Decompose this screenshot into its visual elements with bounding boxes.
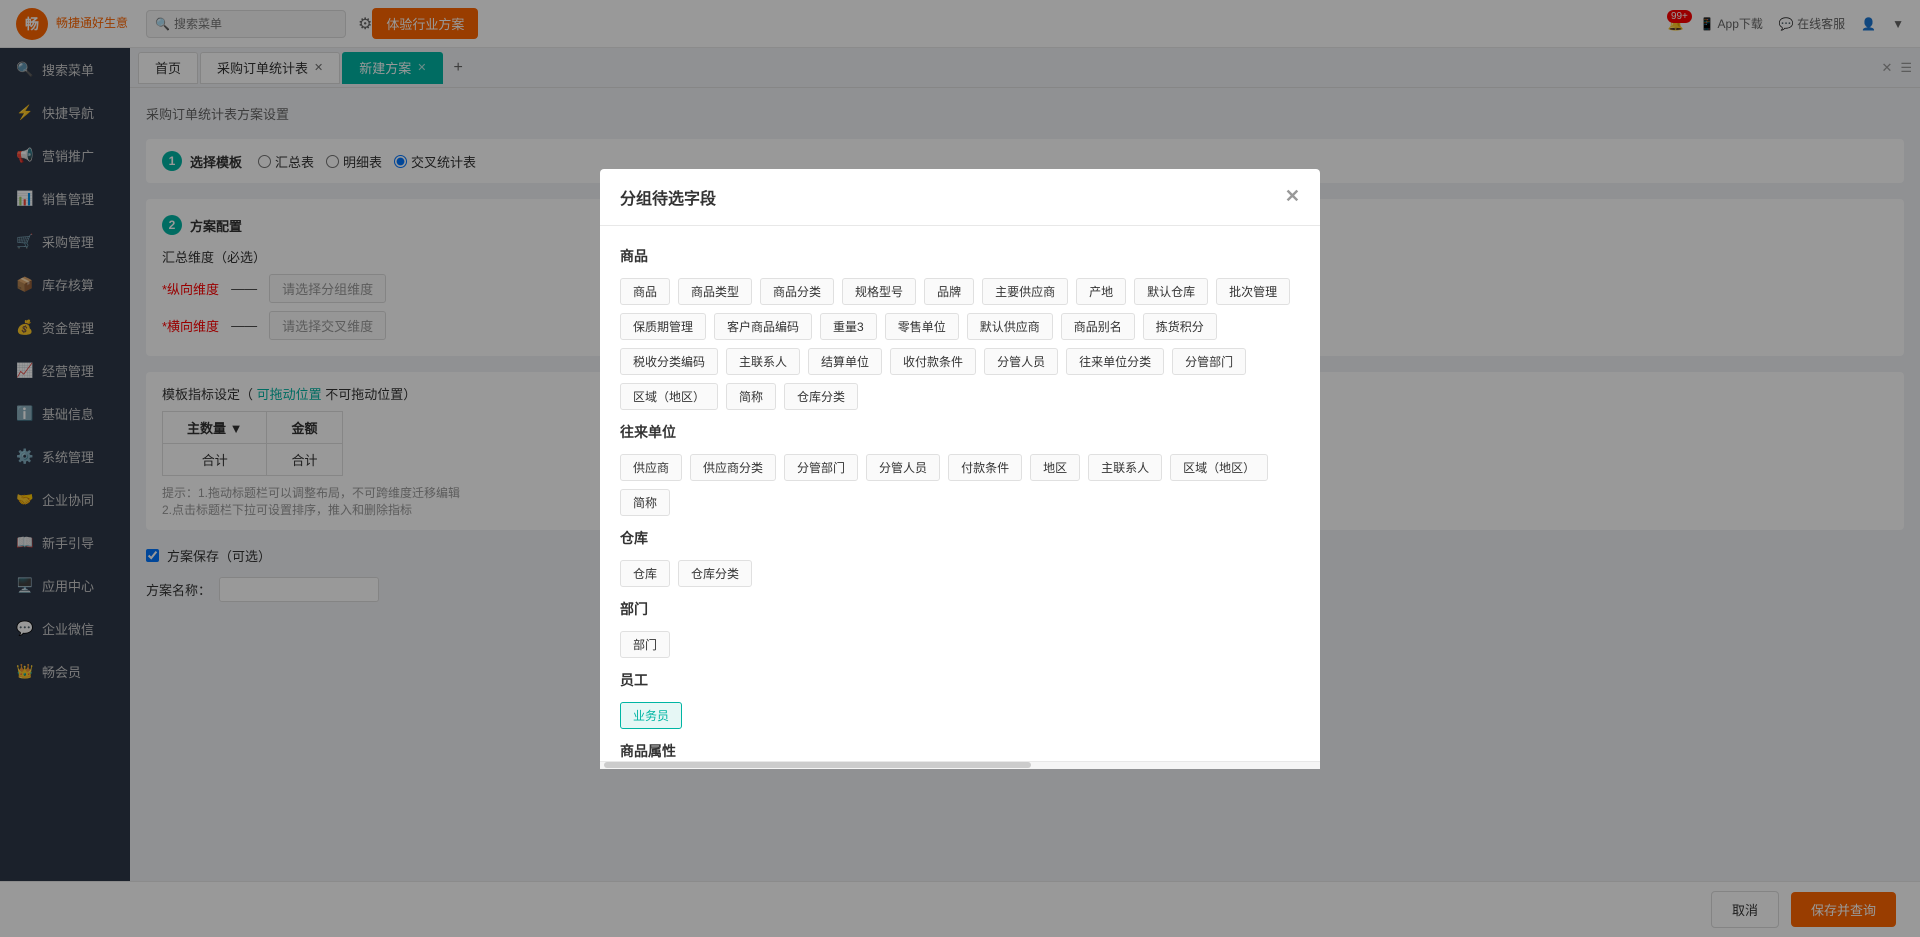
modal-horizontal-scrollbar[interactable] <box>600 761 1320 769</box>
modal-dialog: 分组待选字段 ✕ 商品商品商品类型商品分类规格型号品牌主要供应商产地默认仓库批次… <box>600 169 1320 769</box>
tag-1-5[interactable]: 地区 <box>1030 454 1080 481</box>
tag-2-1[interactable]: 仓库分类 <box>678 560 752 587</box>
section-title-4: 员工 <box>620 670 1300 690</box>
tag-4-0[interactable]: 业务员 <box>620 702 682 729</box>
tag-0-3[interactable]: 规格型号 <box>842 278 916 305</box>
section-title-5: 商品属性 <box>620 741 1300 761</box>
tag-0-18[interactable]: 结算单位 <box>808 348 882 375</box>
tag-1-1[interactable]: 供应商分类 <box>690 454 776 481</box>
tag-0-14[interactable]: 商品别名 <box>1061 313 1135 340</box>
modal-body: 商品商品商品类型商品分类规格型号品牌主要供应商产地默认仓库批次管理保质期管理客户… <box>600 226 1320 761</box>
tag-0-0[interactable]: 商品 <box>620 278 670 305</box>
scrollbar-thumb <box>604 762 1031 768</box>
tag-0-4[interactable]: 品牌 <box>924 278 974 305</box>
tag-0-5[interactable]: 主要供应商 <box>982 278 1068 305</box>
tag-0-12[interactable]: 零售单位 <box>885 313 959 340</box>
tag-0-23[interactable]: 区域（地区） <box>620 383 718 410</box>
tag-0-20[interactable]: 分管人员 <box>984 348 1058 375</box>
tag-0-11[interactable]: 重量3 <box>820 313 877 340</box>
tag-3-0[interactable]: 部门 <box>620 631 670 658</box>
tag-1-6[interactable]: 主联系人 <box>1088 454 1162 481</box>
tag-1-0[interactable]: 供应商 <box>620 454 682 481</box>
tag-0-24[interactable]: 简称 <box>726 383 776 410</box>
section-title-3: 部门 <box>620 599 1300 619</box>
section-title-2: 仓库 <box>620 528 1300 548</box>
tag-0-2[interactable]: 商品分类 <box>760 278 834 305</box>
tag-0-25[interactable]: 仓库分类 <box>784 383 858 410</box>
tag-0-16[interactable]: 税收分类编码 <box>620 348 718 375</box>
tag-0-7[interactable]: 默认仓库 <box>1134 278 1208 305</box>
section-title-0: 商品 <box>620 246 1300 266</box>
tag-1-8[interactable]: 简称 <box>620 489 670 516</box>
tag-0-13[interactable]: 默认供应商 <box>967 313 1053 340</box>
tags-row-1: 供应商供应商分类分管部门分管人员付款条件地区主联系人区域（地区） 简称 <box>620 454 1300 516</box>
tag-0-21[interactable]: 往来单位分类 <box>1066 348 1164 375</box>
tag-0-22[interactable]: 分管部门 <box>1172 348 1246 375</box>
tag-0-17[interactable]: 主联系人 <box>726 348 800 375</box>
tags-row-2: 仓库仓库分类 <box>620 560 1300 587</box>
modal-title: 分组待选字段 <box>620 185 716 209</box>
tag-0-6[interactable]: 产地 <box>1076 278 1126 305</box>
tag-0-1[interactable]: 商品类型 <box>678 278 752 305</box>
tag-1-7[interactable]: 区域（地区） <box>1170 454 1268 481</box>
tag-0-8[interactable]: 批次管理 <box>1216 278 1290 305</box>
section-title-1: 往来单位 <box>620 422 1300 442</box>
tag-2-0[interactable]: 仓库 <box>620 560 670 587</box>
tag-0-15[interactable]: 拣货积分 <box>1143 313 1217 340</box>
modal-close-icon[interactable]: ✕ <box>1285 186 1300 207</box>
tag-1-3[interactable]: 分管人员 <box>866 454 940 481</box>
tag-1-2[interactable]: 分管部门 <box>784 454 858 481</box>
modal-header: 分组待选字段 ✕ <box>600 169 1320 226</box>
tags-row-4: 业务员 <box>620 702 1300 729</box>
tag-0-10[interactable]: 客户商品编码 <box>714 313 812 340</box>
tag-1-4[interactable]: 付款条件 <box>948 454 1022 481</box>
tag-0-19[interactable]: 收付款条件 <box>890 348 976 375</box>
tag-0-9[interactable]: 保质期管理 <box>620 313 706 340</box>
tags-row-3: 部门 <box>620 631 1300 658</box>
modal-overlay: 分组待选字段 ✕ 商品商品商品类型商品分类规格型号品牌主要供应商产地默认仓库批次… <box>0 0 1920 937</box>
tags-row-0: 商品商品类型商品分类规格型号品牌主要供应商产地默认仓库批次管理保质期管理客户商品… <box>620 278 1300 410</box>
